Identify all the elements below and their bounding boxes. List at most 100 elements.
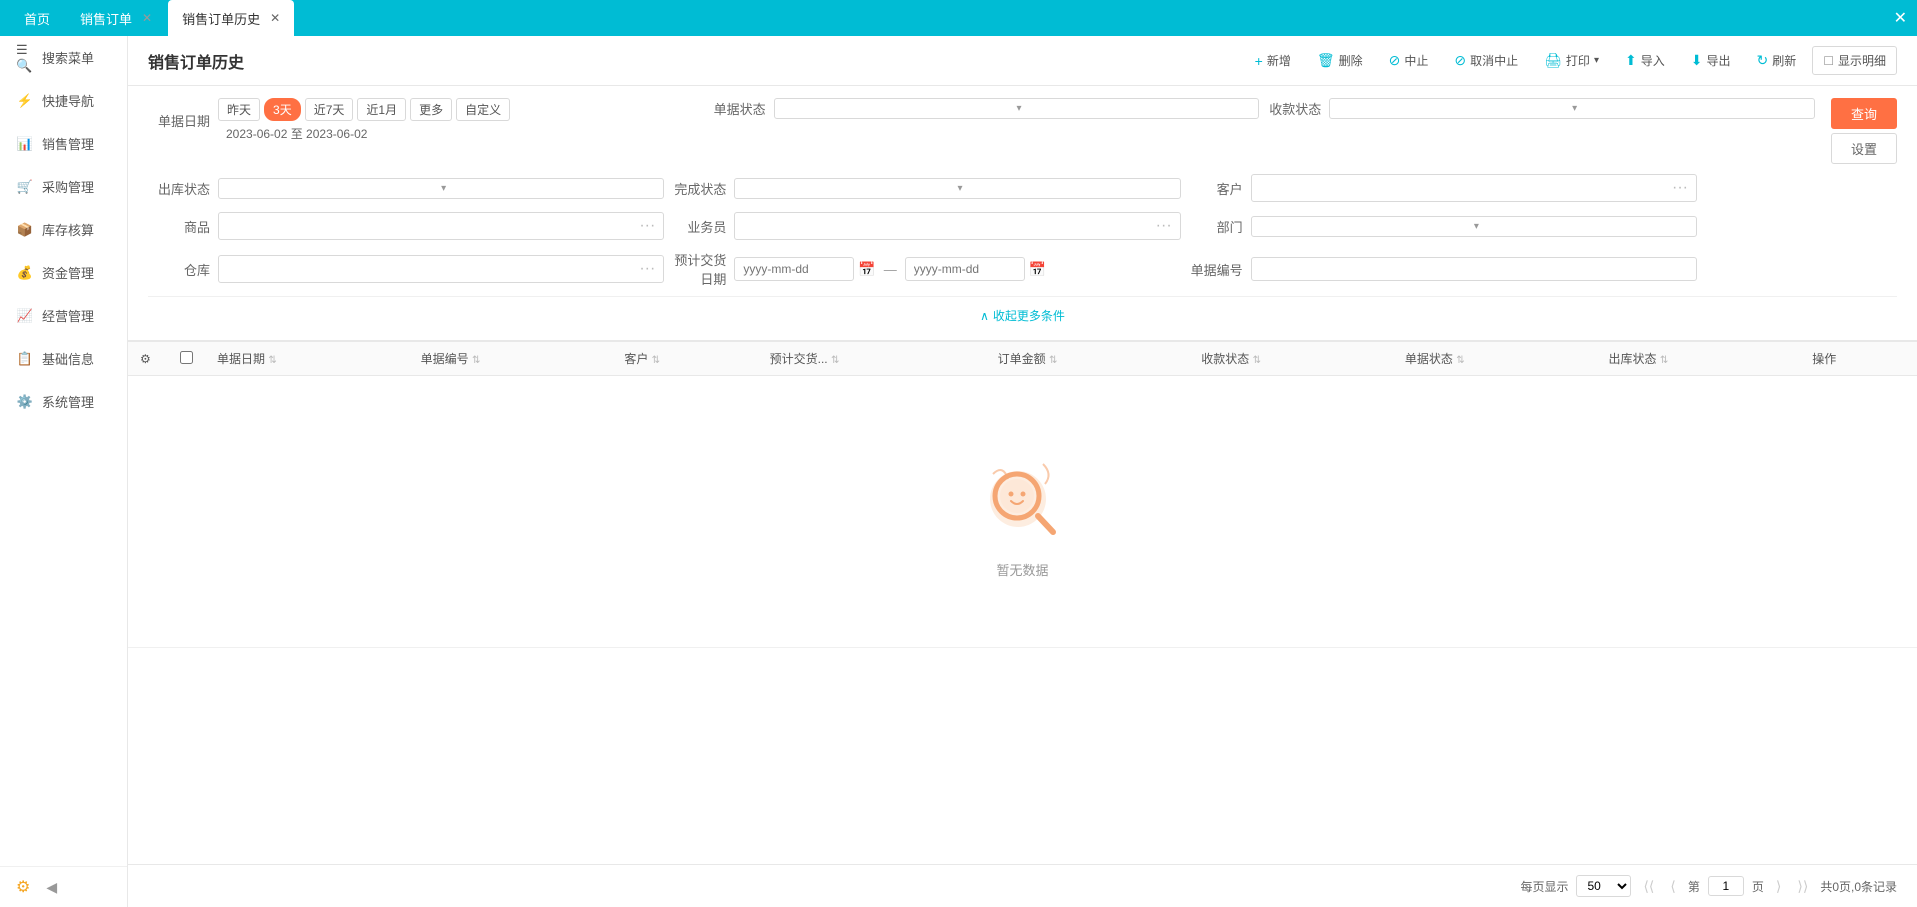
sidebar-item-operations[interactable]: 📈 经营管理 [0, 294, 127, 337]
filter-area: 单据日期 昨天 3天 近7天 近1月 更多 自定义 2023-06-02 至 2… [128, 86, 1917, 341]
department-select[interactable]: ▾ [1251, 216, 1697, 237]
page-size-select[interactable]: 10 20 50 100 [1576, 875, 1631, 897]
window-close-button[interactable]: ✕ [1894, 8, 1907, 28]
sidebar-settings-icon[interactable]: ⚙ [16, 877, 30, 897]
date-btn-yesterday[interactable]: 昨天 [218, 98, 260, 121]
sidebar-item-purchase-mgmt[interactable]: 🛒 采购管理 [0, 165, 127, 208]
sidebar-collapse-icon[interactable]: ◀ [46, 879, 57, 896]
tab-sales-order-history-close[interactable]: ✕ [270, 11, 280, 25]
sidebar-item-base-info[interactable]: 📋 基础信息 [0, 337, 127, 380]
filter-date-group: 单据日期 昨天 3天 近7天 近1月 更多 自定义 2023-06-02 至 2… [148, 98, 704, 142]
filter-settings-button[interactable]: 设置 [1831, 133, 1897, 164]
th-amount[interactable]: 订单金额 ⇅ [986, 342, 1190, 376]
filter-outbound-group: 出库状态 ▾ [148, 178, 664, 199]
customer-label: 客户 [1181, 179, 1251, 198]
filter-product-group: 商品 ··· [148, 212, 664, 240]
date-btn-custom[interactable]: 自定义 [456, 98, 510, 121]
total-info: 共0页,0条记录 [1820, 878, 1897, 895]
receipt-status-select[interactable]: ▾ [1329, 98, 1815, 119]
th-check[interactable] [168, 342, 205, 376]
page-number-input[interactable] [1708, 876, 1744, 896]
completion-status-select[interactable]: ▾ [734, 178, 1180, 199]
refresh-button[interactable]: ↻ 刷新 [1746, 47, 1806, 74]
empty-state: 暂无数据 [140, 384, 1905, 639]
th-date[interactable]: 单据日期 ⇅ [205, 342, 409, 376]
filter-salesperson-group: 业务员 ··· [664, 212, 1180, 240]
sidebar-item-finance[interactable]: 💰 资金管理 [0, 251, 127, 294]
date-btn-7days[interactable]: 近7天 [305, 98, 354, 121]
customer-dots-icon[interactable]: ··· [1672, 179, 1688, 197]
sidebar-item-sales-mgmt[interactable]: 📊 销售管理 [0, 122, 127, 165]
empty-illustration [973, 444, 1073, 544]
sidebar-item-inventory[interactable]: 📦 库存核算 [0, 208, 127, 251]
empty-state-cell: 暂无数据 [128, 376, 1917, 648]
sidebar-item-quick-nav[interactable]: ⚡ 快捷导航 [0, 79, 127, 122]
export-icon: ⬇ [1691, 52, 1703, 69]
prev-page-button[interactable]: ⟨ [1666, 876, 1679, 897]
sidebar-item-sys-mgmt[interactable]: ⚙️ 系统管理 [0, 380, 127, 423]
tab-sales-order[interactable]: 销售订单 ✕ [66, 0, 166, 36]
order-status-select[interactable]: ▾ [774, 98, 1260, 119]
product-input[interactable]: ··· [218, 212, 664, 240]
query-button[interactable]: 查询 [1831, 98, 1897, 129]
first-page-button[interactable]: ⟨⟨ [1639, 876, 1658, 897]
th-number[interactable]: 单据编号 ⇅ [409, 342, 613, 376]
operations-icon: 📈 [16, 307, 34, 325]
th-receipt-status[interactable]: 收款状态 ⇅ [1189, 342, 1393, 376]
order-status-arrow-icon: ▾ [1016, 103, 1250, 114]
th-settings[interactable]: ⚙ [128, 342, 168, 376]
tab-home[interactable]: 首页 [10, 0, 64, 36]
th-actions: 操作 [1800, 342, 1917, 376]
filter-row-1: 单据日期 昨天 3天 近7天 近1月 更多 自定义 2023-06-02 至 2… [148, 98, 1897, 164]
tab-sales-order-close[interactable]: ✕ [142, 11, 152, 25]
th-outbound-status[interactable]: 出库状态 ⇅ [1597, 342, 1801, 376]
toolbar: + 新增 🗑 删除 ⊘ 中止 ⊘ 取消中止 🖨 打印 [1245, 46, 1897, 75]
date-buttons: 昨天 3天 近7天 近1月 更多 自定义 [218, 98, 510, 121]
print-icon: 🖨 [1544, 52, 1562, 69]
filter-order-status-group: 单据状态 ▾ [704, 98, 1260, 119]
sidebar-item-search-menu[interactable]: ☰🔍 搜索菜单 [0, 36, 127, 79]
last-page-button[interactable]: ⟩⟩ [1793, 876, 1812, 897]
purchase-mgmt-icon: 🛒 [16, 178, 34, 196]
salesperson-input[interactable]: ··· [734, 212, 1180, 240]
add-icon: + [1255, 53, 1263, 69]
import-button[interactable]: ⬆ 导入 [1615, 47, 1675, 74]
th-delivery[interactable]: 预计交货... ⇅ [758, 342, 986, 376]
outbound-status-select[interactable]: ▾ [218, 178, 664, 199]
sort-receipt-icon: ⇅ [1253, 355, 1261, 366]
date-btn-more[interactable]: 更多 [410, 98, 452, 121]
product-label: 商品 [148, 217, 218, 236]
th-order-status[interactable]: 单据状态 ⇅ [1393, 342, 1597, 376]
warehouse-input[interactable]: ··· [218, 255, 664, 283]
delivery-date-from[interactable] [734, 257, 854, 281]
export-button[interactable]: ⬇ 导出 [1681, 47, 1741, 74]
th-customer[interactable]: 客户 ⇅ [612, 342, 757, 376]
delivery-date-to[interactable] [905, 257, 1025, 281]
collapse-button[interactable]: ∧ 收起更多条件 [980, 303, 1065, 328]
pagination: 每页显示 10 20 50 100 ⟨⟨ ⟨ 第 页 ⟩ ⟩⟩ 共0页,0条记录 [128, 864, 1917, 907]
search-menu-icon: ☰🔍 [16, 49, 34, 67]
table-settings-icon[interactable]: ⚙ [140, 352, 151, 366]
empty-text: 暂无数据 [996, 560, 1048, 579]
salesperson-dots-icon[interactable]: ··· [1156, 217, 1172, 235]
warehouse-dots-icon[interactable]: ··· [639, 260, 655, 278]
next-page-button[interactable]: ⟩ [1772, 876, 1785, 897]
date-btn-1month[interactable]: 近1月 [357, 98, 406, 121]
customer-input[interactable]: ··· [1251, 174, 1697, 202]
cancel-stop-button[interactable]: ⊘ 取消中止 [1444, 47, 1528, 74]
tab-sales-order-history[interactable]: 销售订单历史 ✕ [168, 0, 294, 36]
delivery-date-calendar-from-icon[interactable]: 📅 [858, 261, 875, 278]
stop-button[interactable]: ⊘ 中止 [1379, 47, 1439, 74]
sales-mgmt-icon: 📊 [16, 135, 34, 153]
print-button[interactable]: 🖨 打印 ▾ [1534, 47, 1609, 74]
sort-order-status-icon: ⇅ [1456, 355, 1464, 366]
department-arrow-icon: ▾ [1474, 221, 1688, 232]
display-columns-button[interactable]: ☐ 显示明细 [1812, 46, 1897, 75]
product-dots-icon[interactable]: ··· [639, 217, 655, 235]
delivery-date-calendar-to-icon[interactable]: 📅 [1029, 261, 1046, 278]
date-btn-3days[interactable]: 3天 [264, 98, 301, 121]
order-number-input[interactable] [1251, 257, 1697, 281]
add-button[interactable]: + 新增 [1245, 47, 1301, 74]
select-all-checkbox[interactable] [180, 351, 193, 364]
delete-button[interactable]: 🗑 删除 [1307, 47, 1373, 74]
